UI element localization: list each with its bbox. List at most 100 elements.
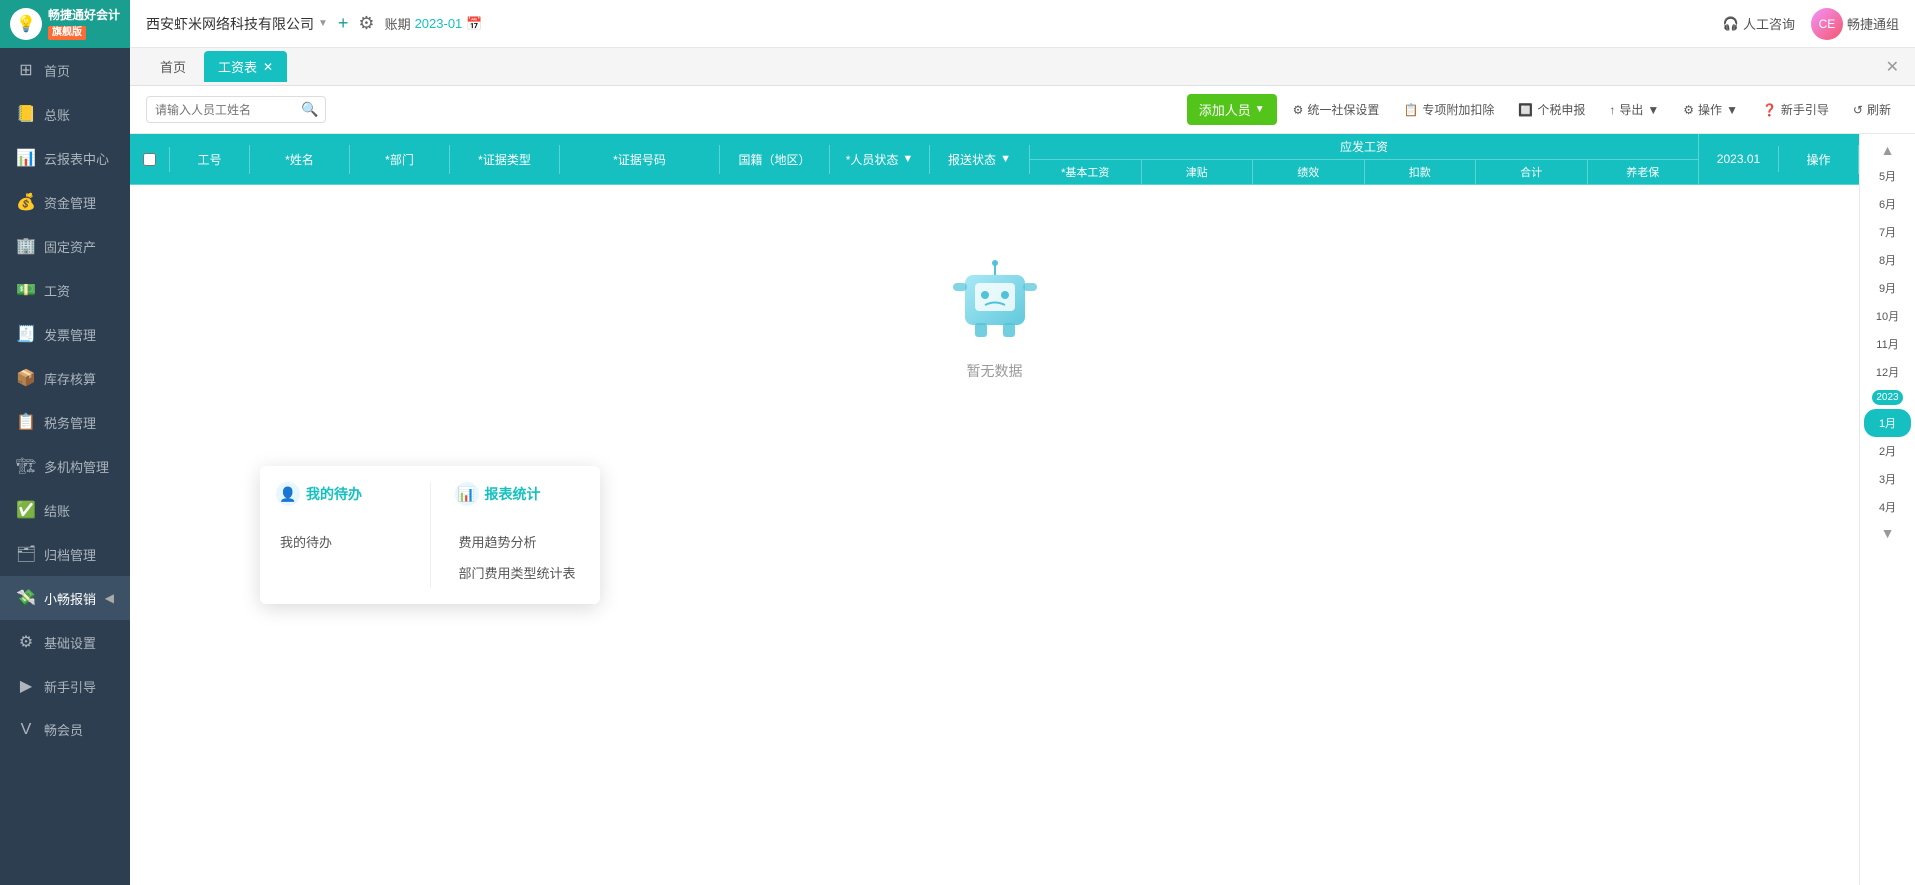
th-performance: 绩效 [1253, 160, 1365, 184]
guide-icon: ▶ [16, 676, 36, 696]
timeline-month-5[interactable]: 5月 [1860, 162, 1915, 190]
popup-item-expense-trend[interactable]: 费用趋势分析 [455, 526, 585, 557]
sidebar-item-tax[interactable]: 📋 税务管理 [0, 400, 130, 444]
timeline-down-arrow[interactable]: ▼ [1877, 521, 1899, 545]
sidebar-item-inventory[interactable]: 📦 库存核算 [0, 356, 130, 400]
timeline-month-9[interactable]: 9月 [1860, 274, 1915, 302]
window-close-button[interactable]: ✕ [1886, 57, 1899, 77]
multi-org-icon: 🏗 [16, 456, 36, 476]
special-deduction-button[interactable]: 📋 专项附加扣除 [1395, 97, 1502, 122]
export-icon: ↑ [1609, 103, 1615, 117]
company-name[interactable]: 西安虾米网络科技有限公司 ▼ [146, 14, 328, 34]
salary-icon: 💵 [16, 280, 36, 300]
toolbar: 🔍 添加人员 ▼ ⚙ 统一社保设置 📋 专项附加扣除 🔲 个税申报 [130, 86, 1915, 134]
sidebar-item-cloud-report[interactable]: 📊 云报表中心 [0, 136, 130, 180]
refresh-button[interactable]: ↺ 刷新 [1845, 97, 1899, 122]
th-checkbox[interactable] [130, 147, 170, 172]
user-profile[interactable]: CE 畅捷通组 [1811, 8, 1899, 40]
home-icon: ⊞ [16, 60, 36, 80]
empty-text: 暂无数据 [967, 361, 1023, 381]
newbie-guide-button[interactable]: ❓ 新手引导 [1754, 97, 1837, 122]
send-status-filter-icon[interactable]: ▼ [1000, 153, 1011, 165]
empty-illustration [945, 245, 1045, 345]
ledger-icon: 📒 [16, 104, 36, 124]
timeline-month-7[interactable]: 7月 [1860, 218, 1915, 246]
sidebar-item-home[interactable]: ⊞ 首页 [0, 48, 130, 92]
add-company-button[interactable]: + [338, 13, 349, 34]
timeline-month-1-current[interactable]: 1月 [1864, 409, 1911, 437]
timeline-month-10[interactable]: 10月 [1860, 302, 1915, 330]
popup-row: 👤 我的待办 我的待办 📊 报表统计 费用趋势分析 部门费用类型统计表 [276, 482, 584, 588]
timeline-month-6[interactable]: 6月 [1860, 190, 1915, 218]
search-input[interactable] [155, 103, 295, 117]
search-icon[interactable]: 🔍 [301, 101, 318, 118]
th-number: 工号 [170, 145, 250, 174]
refresh-icon: ↺ [1853, 103, 1863, 117]
timeline-month-3[interactable]: 3月 [1860, 465, 1915, 493]
sidebar-item-member[interactable]: V 畅会员 [0, 708, 130, 751]
export-button[interactable]: ↑ 导出 ▼ [1601, 97, 1667, 122]
timeline-month-12[interactable]: 12月 [1860, 358, 1915, 386]
fixed-assets-icon: 🏢 [16, 236, 36, 256]
sidebar-item-ledger[interactable]: 📒 总账 [0, 92, 130, 136]
th-name: *姓名 [250, 145, 350, 174]
popup-col-todo: 👤 我的待办 我的待办 [276, 482, 406, 588]
topbar-right: 🎧 人工咨询 CE 畅捷通组 [1723, 8, 1899, 40]
app-logo: 💡 畅捷通好会计 旗舰版 [0, 0, 130, 48]
person-status-filter-icon[interactable]: ▼ [902, 153, 913, 165]
th-pension: 养老保 [1588, 160, 1699, 184]
sidebar-item-basic[interactable]: ⚙ 基础设置 [0, 620, 130, 664]
xiaochang-icon: 💸 [16, 588, 36, 608]
th-deduction: 扣款 [1365, 160, 1477, 184]
table-header-row1: 工号 *姓名 *部门 *证据类型 *证据号码 国籍（地区） *人员状态 ▼ 报送… [130, 134, 1859, 185]
popup-report-icon: 📊 [455, 482, 479, 506]
popup-col2-title: 📊 报表统计 [455, 482, 585, 514]
tab-home[interactable]: 首页 [146, 51, 200, 82]
tab-salary-table[interactable]: 工资表 ✕ [204, 51, 287, 82]
select-all-checkbox[interactable] [143, 153, 156, 166]
sidebar-item-salary[interactable]: 💵 工资 [0, 268, 130, 312]
timeline-month-11[interactable]: 11月 [1860, 330, 1915, 358]
accounting-period: 账期 2023-01 📅 [385, 14, 483, 33]
search-box: 🔍 [146, 96, 326, 123]
social-insurance-icon: ⚙ [1293, 103, 1304, 117]
calendar-icon[interactable]: 📅 [466, 16, 482, 32]
timeline-month-2[interactable]: 2月 [1860, 437, 1915, 465]
personal-tax-button[interactable]: 🔲 个税申报 [1510, 97, 1593, 122]
wage-group-title: 应发工资 [1030, 134, 1698, 160]
sidebar-item-multi-org[interactable]: 🏗 多机构管理 [0, 444, 130, 488]
sidebar-item-invoice[interactable]: 🧾 发票管理 [0, 312, 130, 356]
topbar: 西安虾米网络科技有限公司 ▼ + ⚙ 账期 2023-01 📅 🎧 人工咨询 C… [130, 0, 1915, 48]
empty-state: 暂无数据 [130, 185, 1859, 441]
xiaochang-popup: 👤 我的待办 我的待办 📊 报表统计 费用趋势分析 部门费用类型统计表 [260, 466, 600, 604]
popup-col1-title: 👤 我的待办 [276, 482, 406, 514]
sidebar-item-settlement[interactable]: ✅ 结账 [0, 488, 130, 532]
th-total: 合计 [1476, 160, 1588, 184]
sidebar-item-fixed-assets[interactable]: 🏢 固定资产 [0, 224, 130, 268]
toolbar-actions: 添加人员 ▼ ⚙ 统一社保设置 📋 专项附加扣除 🔲 个税申报 ↑ 导出 [1187, 94, 1899, 125]
timeline-month-4[interactable]: 4月 [1860, 493, 1915, 521]
tax-icon: 📋 [16, 412, 36, 432]
newbie-guide-icon: ❓ [1762, 103, 1777, 117]
right-timeline: ▲ 5月 6月 7月 8月 9月 10月 11月 12月 2023 1月 2月 … [1859, 134, 1915, 885]
th-dept: *部门 [350, 145, 450, 174]
sidebar-item-archive[interactable]: 🗂 归档管理 [0, 532, 130, 576]
sidebar-item-guide[interactable]: ▶ 新手引导 [0, 664, 130, 708]
inventory-icon: 📦 [16, 368, 36, 388]
timeline-month-8[interactable]: 8月 [1860, 246, 1915, 274]
social-insurance-button[interactable]: ⚙ 统一社保设置 [1285, 97, 1388, 122]
operations-icon: ⚙ [1683, 103, 1694, 117]
sidebar-item-xiaochang[interactable]: 💸 小畅报销 ◀ [0, 576, 130, 620]
add-person-button[interactable]: 添加人员 ▼ [1187, 94, 1277, 125]
tab-close-button[interactable]: ✕ [263, 60, 273, 74]
popup-item-my-todo[interactable]: 我的待办 [276, 526, 406, 557]
operations-button[interactable]: ⚙ 操作 ▼ [1675, 97, 1746, 122]
th-subsidy: 津贴 [1142, 160, 1254, 184]
th-send-status: 报送状态 ▼ [930, 145, 1030, 174]
popup-item-dept-expense[interactable]: 部门费用类型统计表 [455, 557, 585, 588]
headset-icon: 🎧 [1723, 16, 1739, 32]
sidebar-item-fund[interactable]: 💰 资金管理 [0, 180, 130, 224]
company-settings-button[interactable]: ⚙ [358, 13, 374, 34]
timeline-up-arrow[interactable]: ▲ [1877, 138, 1899, 162]
support-button[interactable]: 🎧 人工咨询 [1723, 14, 1795, 33]
